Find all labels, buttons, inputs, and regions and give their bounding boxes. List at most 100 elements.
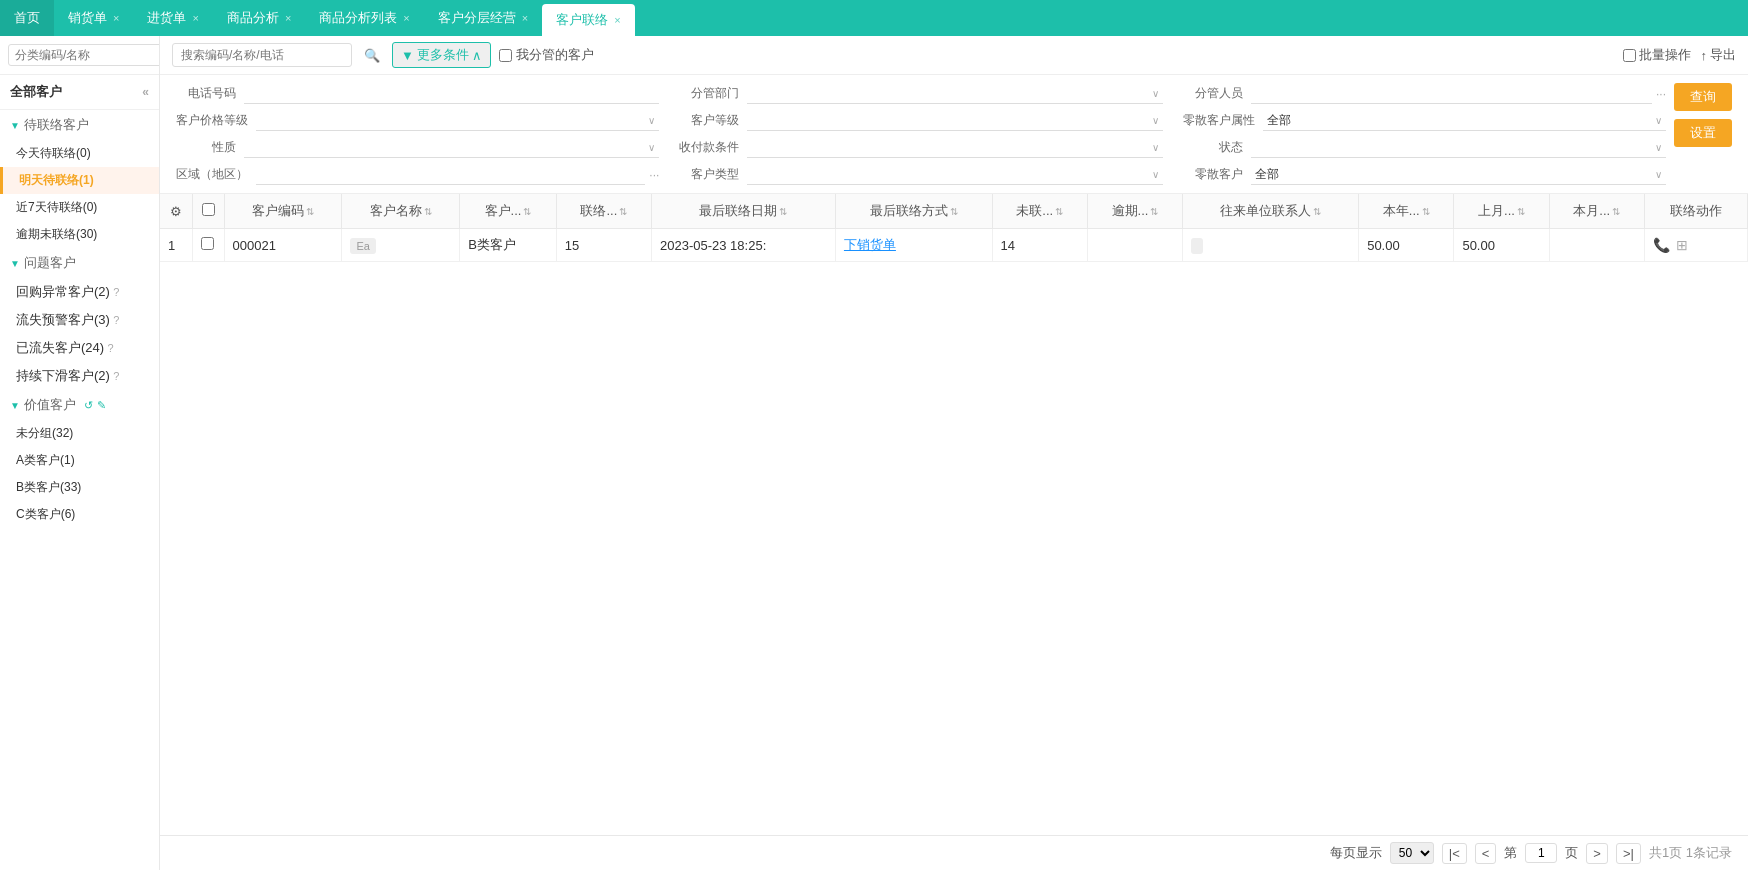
sort-icon-11: ⇅ (1517, 206, 1525, 217)
cell-contact: 15 (556, 229, 651, 262)
page-input[interactable] (1525, 843, 1557, 863)
cell-no-contact: 14 (992, 229, 1087, 262)
col-this-year[interactable]: 本年...⇅ (1359, 194, 1454, 229)
col-code[interactable]: 客户编码⇅ (224, 194, 342, 229)
cell-last-method: 下销货单 (835, 229, 992, 262)
search-button[interactable]: 🔍 (360, 48, 384, 63)
col-action: 联络动作 (1644, 194, 1747, 229)
status-field: 状态 (1183, 137, 1666, 158)
status-select[interactable] (1251, 137, 1666, 158)
cell-this-month (1549, 229, 1644, 262)
col-no-contact[interactable]: 未联...⇅ (992, 194, 1087, 229)
page-size-select[interactable]: 50 (1390, 842, 1434, 864)
sidebar-item-tomorrow[interactable]: 明天待联络(1) (0, 167, 159, 194)
more-conditions-btn[interactable]: ▼ 更多条件 ∧ (392, 42, 491, 68)
adv-filter-row2: 客户价格等级 客户等级 (176, 110, 1666, 131)
query-button[interactable]: 查询 (1674, 83, 1732, 111)
customer-type-select[interactable] (747, 164, 1162, 185)
nav-tab-3[interactable]: 商品分析列表 × (305, 0, 423, 36)
sidebar-item-repurchase-abnormal[interactable]: 回购异常客户(2) ? (0, 278, 159, 306)
sidebar-all-customers[interactable]: 全部客户 « (0, 75, 159, 110)
sidebar-item-churned[interactable]: 已流失客户(24) ? (0, 334, 159, 362)
sidebar-group-problem: ▼ 问题客户 (0, 248, 159, 278)
phone-input[interactable] (244, 83, 659, 104)
phone-action-icon[interactable]: 📞 (1653, 237, 1670, 253)
col-last-method[interactable]: 最后联络方式⇅ (835, 194, 992, 229)
dept-select[interactable] (747, 83, 1162, 104)
cell-name: Ea (342, 229, 460, 262)
col-type[interactable]: 客户...⇅ (460, 194, 557, 229)
sidebar-item-c-class[interactable]: C类客户(6) (0, 501, 159, 528)
sidebar-item-ungrouped[interactable]: 未分组(32) (0, 420, 159, 447)
table-footer: 每页显示 50 |< < 第 页 > >| 共1页 1条记录 (160, 835, 1748, 870)
price-level-select[interactable] (256, 110, 659, 131)
export-btn[interactable]: ↑ 导出 (1701, 46, 1737, 64)
batch-action-label[interactable]: 批量操作 (1623, 46, 1691, 64)
sidebar-item-7days[interactable]: 近7天待联络(0) (0, 194, 159, 221)
sidebar-group-value: ▼ 价值客户 ↺ ✎ (0, 390, 159, 420)
area-dots-icon[interactable]: ··· (649, 168, 659, 182)
sidebar-item-overdue[interactable]: 逾期未联络(30) (0, 221, 159, 248)
customer-level-select[interactable] (747, 110, 1162, 131)
retail-attr-select[interactable]: 全部 (1263, 110, 1666, 131)
search-input[interactable] (172, 43, 352, 67)
refresh-icon[interactable]: ↺ (84, 399, 93, 412)
row-checkbox[interactable] (201, 237, 214, 250)
batch-action-checkbox[interactable] (1623, 49, 1636, 62)
col-last-month[interactable]: 上月...⇅ (1454, 194, 1549, 229)
col-checkbox (192, 194, 224, 229)
my-customers-checkbox[interactable] (499, 49, 512, 62)
sidebar-item-today[interactable]: 今天待联络(0) (0, 140, 159, 167)
grid-action-icon[interactable]: ⊞ (1676, 237, 1688, 253)
person-input[interactable] (1251, 83, 1652, 104)
nav-tab-2-close[interactable]: × (285, 12, 291, 24)
sidebar-item-b-class[interactable]: B类客户(33) (0, 474, 159, 501)
nav-tab-0[interactable]: 销货单 × (54, 0, 133, 36)
nav-tab-4[interactable]: 客户分层经营 × (424, 0, 542, 36)
nav-tab-1-close[interactable]: × (192, 12, 198, 24)
arrow-icon-2: ▼ (10, 258, 20, 269)
sidebar-item-declining[interactable]: 持续下滑客户(2) ? (0, 362, 159, 390)
sidebar-item-a-class[interactable]: A类客户(1) (0, 447, 159, 474)
nav-tab-0-close[interactable]: × (113, 12, 119, 24)
select-all-checkbox[interactable] (202, 203, 215, 216)
cell-this-year: 50.00 (1359, 229, 1454, 262)
reset-button[interactable]: 设置 (1674, 119, 1732, 147)
customer-type-field: 客户类型 (679, 164, 1162, 185)
nav-tab-5-close[interactable]: × (614, 14, 620, 26)
nav-tab-3-close[interactable]: × (403, 12, 409, 24)
adv-filter-row3: 性质 收付款条件 (176, 137, 1666, 158)
col-contact[interactable]: 联络...⇅ (556, 194, 651, 229)
col-overdue[interactable]: 逾期...⇅ (1087, 194, 1182, 229)
retail-customer-select[interactable]: 全部 (1251, 164, 1666, 185)
page-next-btn[interactable]: > (1586, 843, 1608, 864)
filter-action-btns: 查询 设置 (1666, 83, 1732, 147)
last-method-link[interactable]: 下销货单 (844, 237, 896, 252)
col-last-date[interactable]: 最后联络日期⇅ (652, 194, 836, 229)
page-first-btn[interactable]: |< (1442, 843, 1467, 864)
arrow-icon: ▼ (10, 120, 20, 131)
nav-tab-1[interactable]: 进货单 × (133, 0, 212, 36)
sidebar-search-input[interactable] (8, 44, 160, 66)
col-contact-person[interactable]: 往来单位联系人⇅ (1183, 194, 1359, 229)
col-settings[interactable]: ⚙ (160, 194, 192, 229)
area-input[interactable] (256, 164, 645, 185)
sidebar-collapse-icon: « (142, 85, 149, 99)
col-name[interactable]: 客户名称⇅ (342, 194, 460, 229)
nav-tab-2[interactable]: 商品分析 × (213, 0, 305, 36)
sidebar-item-churn-warning[interactable]: 流失预警客户(3) ? (0, 306, 159, 334)
my-customers-checkbox-label[interactable]: 我分管的客户 (499, 46, 594, 64)
page-prev-btn[interactable]: < (1475, 843, 1497, 864)
person-dots-icon[interactable]: ··· (1656, 87, 1666, 101)
nav-tab-4-close[interactable]: × (522, 12, 528, 24)
col-this-month[interactable]: 本月...⇅ (1549, 194, 1644, 229)
nav-home[interactable]: 首页 (0, 0, 54, 36)
edit-icon[interactable]: ✎ (97, 399, 106, 412)
page-last-btn[interactable]: >| (1616, 843, 1641, 864)
contact-person-masked (1191, 238, 1203, 254)
sort-icon-12: ⇅ (1612, 206, 1620, 217)
payment-select[interactable] (747, 137, 1162, 158)
nav-tab-5[interactable]: 客户联络 × (542, 4, 634, 36)
nature-select[interactable] (244, 137, 659, 158)
table-row: 1 000021 Ea B类客户 15 2023-05-23 18:25: 下销… (160, 229, 1748, 262)
